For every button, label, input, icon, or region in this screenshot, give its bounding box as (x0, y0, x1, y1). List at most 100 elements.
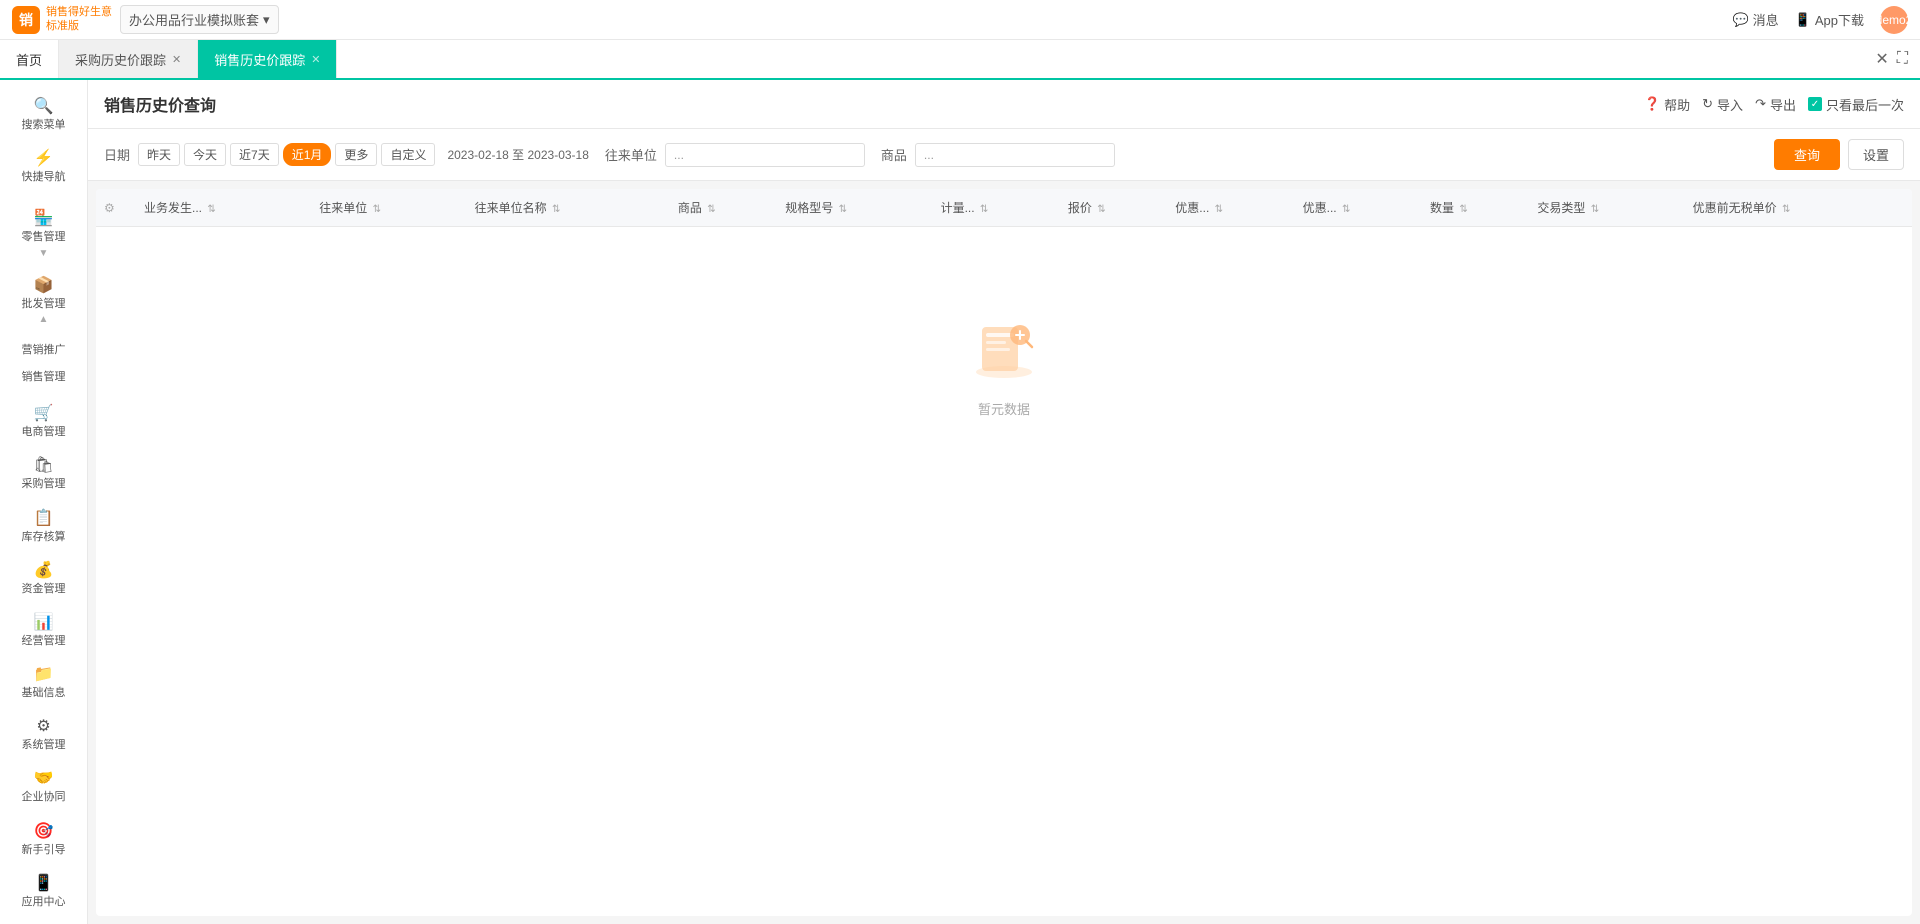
sort-icon-partner-name: ⇅ (552, 204, 560, 215)
top-bar-right: 💬 消息 📱 App下载 demo2 (1732, 6, 1908, 34)
col-product[interactable]: 商品 ⇅ (670, 189, 777, 227)
main-layout: 🔍 搜索菜单 ⚡ 快捷导航 🏪 零售管理 ▼ 📦 批发管理 ▲ 营销推广 销售管… (0, 80, 1920, 924)
message-button[interactable]: 💬 消息 (1732, 10, 1778, 29)
sidebar-item-ecommerce[interactable]: 🛒 电商管理 (0, 395, 87, 447)
sort-icon-biz-date: ⇅ (207, 204, 215, 215)
sort-icon-quote: ⇅ (1097, 204, 1105, 215)
purchase-history-tab-close[interactable]: ✕ (172, 53, 181, 66)
col-settings[interactable]: ⚙ (96, 189, 136, 227)
sales-history-tab-close[interactable]: ✕ (311, 53, 320, 66)
app-selector[interactable]: 办公用品行业模拟账套 ▾ (120, 5, 279, 34)
table-container: ⚙ 业务发生... ⇅ 往来单位 ⇅ 往来单位名称 ⇅ (96, 189, 1912, 916)
partner-label: 往来单位 (605, 145, 657, 164)
date-btn-yesterday[interactable]: 昨天 (138, 143, 180, 166)
sort-icon-unit: ⇅ (980, 204, 988, 215)
content-area: 销售历史价查询 ❓ 帮助 ↻ 导入 ↷ 导出 ✓ 只看最后一次 (88, 80, 1920, 924)
product-input[interactable]: ... (915, 143, 1115, 167)
date-btn-7days[interactable]: 近7天 (230, 143, 279, 166)
sidebar-item-sales-mgmt[interactable]: 销售管理 (0, 364, 87, 391)
app-icon: 📱 (34, 873, 54, 893)
date-btn-1month[interactable]: 近1月 (283, 143, 332, 166)
sidebar-item-search-menu[interactable]: 🔍 搜索菜单 (0, 88, 87, 140)
sidebar-item-enterprise-coop[interactable]: 🤝 企业协同 (0, 760, 87, 812)
col-spec[interactable]: 规格型号 ⇅ (777, 189, 932, 227)
lightning-icon: ⚡ (34, 148, 54, 168)
help-button[interactable]: ❓ 帮助 (1644, 95, 1690, 114)
col-quote[interactable]: 报价 ⇅ (1060, 189, 1167, 227)
date-btn-custom[interactable]: 自定义 (381, 143, 435, 166)
export-button[interactable]: ↷ 导出 (1755, 95, 1796, 114)
folder-icon: 📁 (34, 664, 54, 684)
tab-purchase-history[interactable]: 采购历史价跟踪 ✕ (59, 40, 198, 78)
sort-icon-product: ⇅ (707, 204, 715, 215)
product-filter-group: 商品 ... (881, 143, 1115, 167)
filter-actions: 查询 设置 (1774, 139, 1904, 170)
sales-history-tab-label: 销售历史价跟踪 (214, 50, 305, 69)
date-btn-today[interactable]: 今天 (184, 143, 226, 166)
chevron-up-icon-wholesale: ▲ (39, 314, 49, 325)
col-discount1[interactable]: 优惠... ⇅ (1167, 189, 1294, 227)
sort-icon-pretax-price: ⇅ (1782, 204, 1790, 215)
tab-home[interactable]: 首页 (0, 40, 59, 78)
maximize-button[interactable]: ⛶ (1897, 50, 1908, 68)
close-tab-button[interactable]: ✕ (1875, 49, 1888, 69)
col-discount2[interactable]: 优惠... ⇅ (1295, 189, 1422, 227)
sidebar-item-purchase[interactable]: 🛍 采购管理 (0, 447, 87, 499)
sort-icon-spec: ⇅ (839, 204, 847, 215)
sidebar-item-wholesale-mgmt[interactable]: 📦 批发管理 ▲ (0, 267, 87, 333)
sidebar-item-app-center[interactable]: 📱 应用中心 (0, 865, 87, 917)
settings-gear-icon[interactable]: ⚙ (104, 201, 115, 215)
sort-icon-discount1: ⇅ (1215, 204, 1223, 215)
sidebar-item-inventory[interactable]: 📋 库存核算 (0, 500, 87, 552)
sidebar-item-beginner[interactable]: 🎯 新手引导 (0, 813, 87, 865)
col-biz-date[interactable]: 业务发生... ⇅ (136, 189, 311, 227)
sub-nav-wholesale: 营销推广 销售管理 (0, 333, 87, 395)
sort-icon-partner-code: ⇅ (373, 204, 381, 215)
logo-icon: 销 (12, 6, 40, 34)
tab-bar-actions: ✕ ⛶ (1863, 40, 1920, 78)
sidebar-item-retail-mgmt[interactable]: 🏪 零售管理 ▼ (0, 200, 87, 266)
page-header-actions: ❓ 帮助 ↻ 导入 ↷ 导出 ✓ 只看最后一次 (1644, 95, 1904, 126)
sidebar-item-quick-nav[interactable]: ⚡ 快捷导航 (0, 140, 87, 192)
col-partner-name[interactable]: 往来单位名称 ⇅ (467, 189, 670, 227)
sidebar: 🔍 搜索菜单 ⚡ 快捷导航 🏪 零售管理 ▼ 📦 批发管理 ▲ 营销推广 销售管… (0, 80, 88, 924)
sidebar-item-system[interactable]: ⚙ 系统管理 (0, 708, 87, 760)
product-placeholder: ... (924, 148, 934, 162)
date-label: 日期 (104, 145, 130, 164)
date-btn-more[interactable]: 更多 (335, 143, 377, 166)
cart-icon: 🛒 (34, 403, 54, 423)
checkbox-icon: ✓ (1808, 97, 1822, 111)
col-quantity[interactable]: 数量 ⇅ (1422, 189, 1529, 227)
partner-input[interactable]: ... (665, 143, 865, 167)
sidebar-item-finance[interactable]: 💰 资金管理 (0, 552, 87, 604)
sidebar-item-basic-info[interactable]: 📁 基础信息 (0, 656, 87, 708)
chart-icon: 📊 (34, 612, 54, 632)
sidebar-item-operation[interactable]: 📊 经营管理 (0, 604, 87, 656)
col-partner-code[interactable]: 往来单位 ⇅ (311, 189, 466, 227)
query-button[interactable]: 查询 (1774, 139, 1840, 170)
sort-icon-quantity: ⇅ (1459, 204, 1467, 215)
col-trade-type[interactable]: 交易类型 ⇅ (1529, 189, 1684, 227)
box-icon: 📦 (34, 275, 54, 295)
filter-bar: 日期 昨天 今天 近7天 近1月 更多 自定义 2023-02-18 至 202… (88, 129, 1920, 181)
message-icon: 💬 (1732, 12, 1748, 28)
sidebar-item-marketing[interactable]: 营销推广 (0, 337, 87, 364)
store-icon: 🏪 (34, 208, 54, 228)
settings-button[interactable]: 设置 (1848, 139, 1904, 170)
app-download-button[interactable]: 📱 App下载 (1795, 10, 1864, 29)
chevron-down-icon-retail: ▼ (39, 248, 49, 259)
sidebar-item-enterprise-wechat[interactable]: 💬 企业微信 (0, 917, 87, 924)
only-last-checkbox[interactable]: ✓ 只看最后一次 (1808, 95, 1904, 114)
top-bar: 销 销售得好生意 标准版 办公用品行业模拟账套 ▾ 💬 消息 📱 App下载 d… (0, 0, 1920, 40)
product-label: 商品 (881, 145, 907, 164)
gear-icon: ⚙ (36, 716, 50, 736)
sort-icon-trade-type: ⇅ (1591, 204, 1599, 215)
user-profile[interactable]: demo2 (1880, 6, 1908, 34)
import-button[interactable]: ↻ 导入 (1702, 95, 1743, 114)
tab-sales-history[interactable]: 销售历史价跟踪 ✕ (198, 40, 337, 78)
date-buttons: 昨天 今天 近7天 近1月 更多 自定义 (138, 143, 435, 166)
col-pretax-price[interactable]: 优惠前无税单价 ⇅ (1685, 189, 1912, 227)
col-unit[interactable]: 计量... ⇅ (933, 189, 1060, 227)
date-filter-group: 日期 昨天 今天 近7天 近1月 更多 自定义 2023-02-18 至 202… (104, 143, 589, 166)
date-range-display: 2023-02-18 至 2023-03-18 (447, 146, 588, 163)
